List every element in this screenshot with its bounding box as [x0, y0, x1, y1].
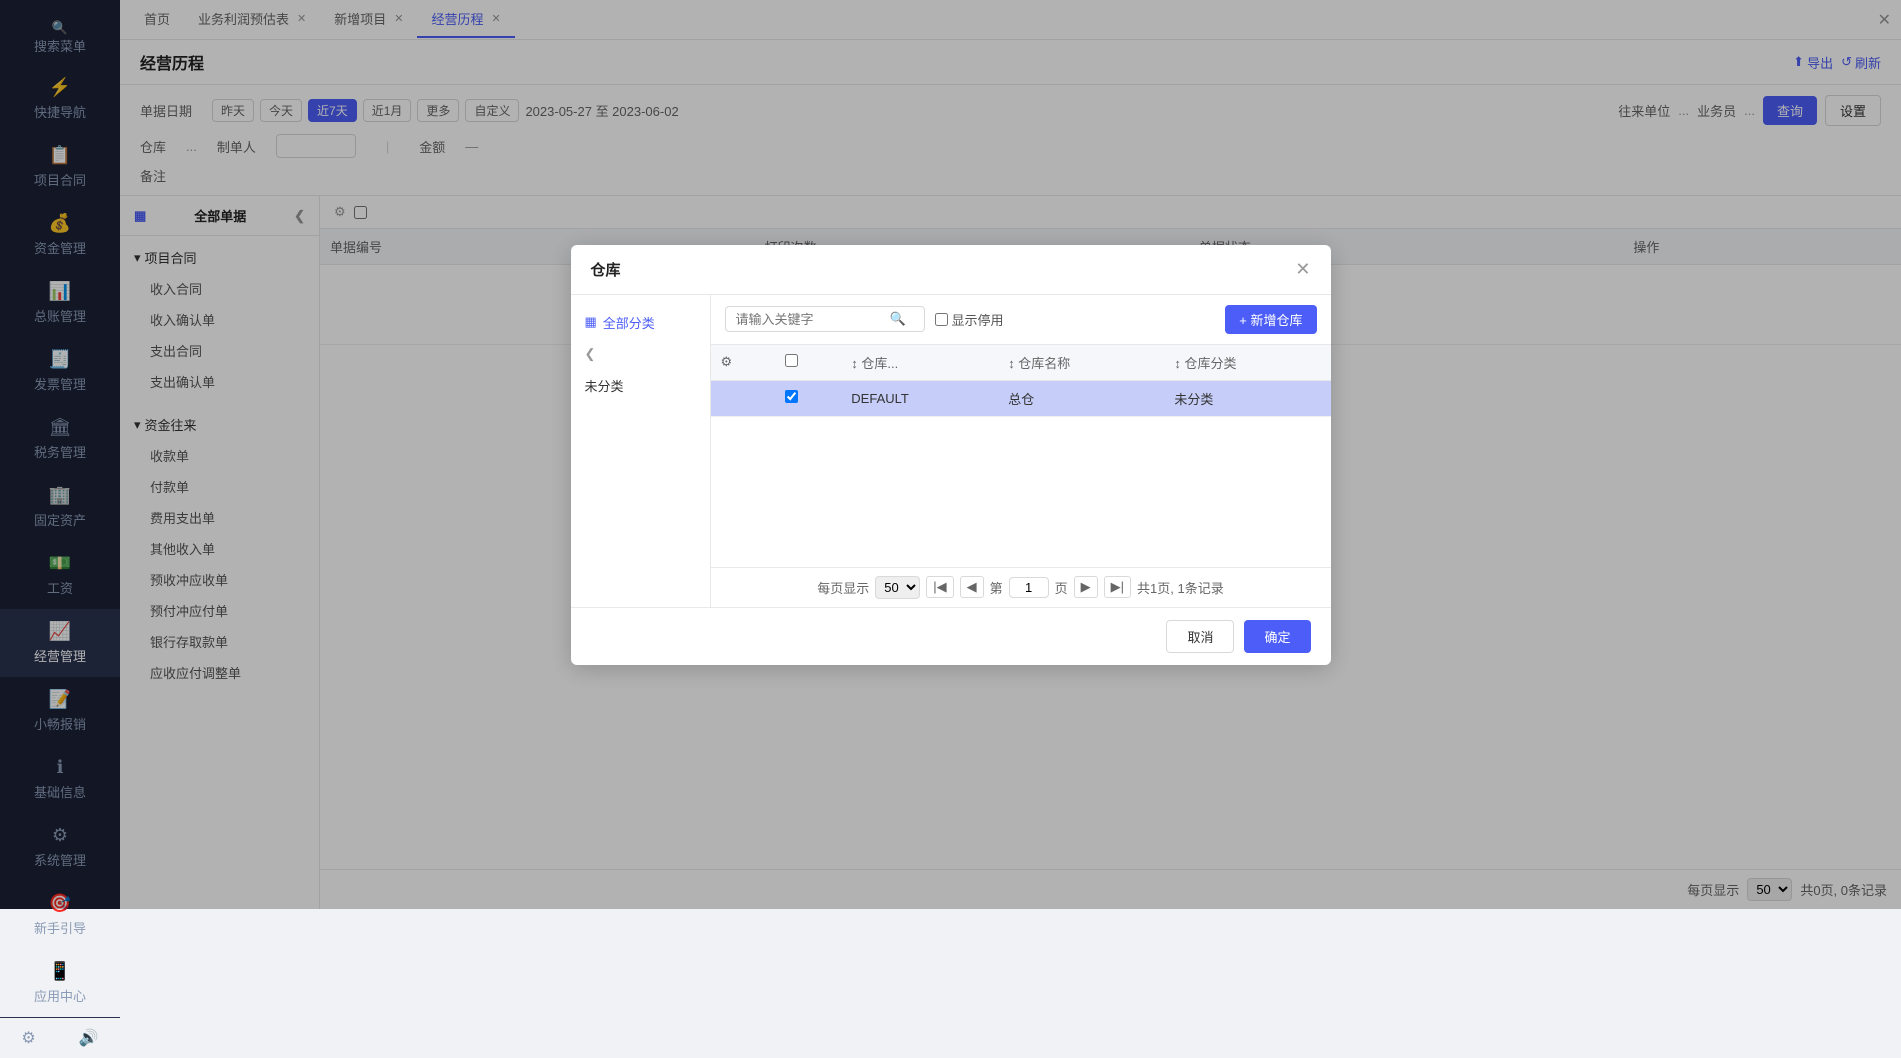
sidebar-bottom: ⚙ 🔊 — [0, 1017, 120, 1058]
modal-page-size-select[interactable]: 50 — [875, 576, 920, 599]
modal-total-label: 共1页, 1条记录 — [1137, 578, 1224, 597]
next-page-btn[interactable]: ▶ — [1074, 576, 1098, 598]
row-checkbox[interactable] — [785, 390, 798, 403]
modal-close-button[interactable]: ✕ — [1295, 259, 1310, 280]
modal-header: 仓库 ✕ — [571, 245, 1331, 295]
show-disabled-checkbox[interactable] — [935, 313, 948, 326]
modal-page-size-label: 每页显示 — [817, 578, 869, 597]
modal-pagination: 每页显示 50 |◀ ◀ 第 页 ▶ ▶| 共1页, 1条记录 — [711, 567, 1331, 607]
prev-page-btn[interactable]: ◀ — [960, 576, 984, 598]
modal-table: ⚙ ↕ 仓库... ↕ 仓库名称 ↕ 仓库分类 DEFAU — [711, 345, 1331, 567]
search-icon-2: 🔍 — [890, 311, 906, 327]
row-check[interactable] — [775, 380, 842, 416]
warehouse-modal: 仓库 ✕ ▦ 全部分类 ❮ 未分类 🔍 — [571, 245, 1331, 665]
row-category: 未分类 — [1164, 380, 1330, 416]
show-disabled-label: 显示停用 — [952, 310, 1004, 329]
modal-title: 仓库 — [591, 259, 621, 280]
warehouse-table-header: ⚙ ↕ 仓库... ↕ 仓库名称 ↕ 仓库分类 — [711, 345, 1331, 381]
modal-footer: 取消 确定 — [571, 607, 1331, 665]
app-icon: 📱 — [49, 961, 71, 982]
col-warehouse-name: ↕ 仓库名称 — [998, 345, 1164, 381]
modal-right-panel: 🔍 显示停用 + 新增仓库 ⚙ ↕ 仓库... — [711, 295, 1331, 607]
modal-left-all-category[interactable]: ▦ 全部分类 — [571, 305, 710, 340]
modal-left-toggle[interactable]: ❮ — [571, 340, 710, 368]
uncategorized-label: 未分类 — [585, 376, 624, 395]
modal-search-box: 🔍 — [725, 306, 925, 332]
col-check — [775, 345, 842, 381]
show-disabled-checkbox-label[interactable]: 显示停用 — [935, 310, 1004, 329]
page-label: 第 — [990, 578, 1003, 597]
modal-left-uncategorized[interactable]: 未分类 — [571, 368, 710, 403]
modal-body: ▦ 全部分类 ❮ 未分类 🔍 显示停用 — [571, 295, 1331, 607]
row-name: 总仓 — [998, 380, 1164, 416]
last-page-btn[interactable]: ▶| — [1104, 576, 1131, 598]
row-settings — [711, 380, 775, 416]
settings-bottom-icon[interactable]: ⚙ — [21, 1028, 35, 1048]
volume-icon[interactable]: 🔊 — [79, 1028, 99, 1048]
page-number-input[interactable] — [1009, 577, 1049, 598]
sidebar-item-app[interactable]: 📱 应用中心 — [0, 949, 120, 1017]
modal-overlay: 仓库 ✕ ▦ 全部分类 ❮ 未分类 🔍 — [0, 0, 1901, 909]
col-settings: ⚙ — [711, 345, 775, 381]
add-warehouse-button[interactable]: + 新增仓库 — [1225, 305, 1316, 334]
cancel-button[interactable]: 取消 — [1166, 620, 1234, 653]
modal-left-panel: ▦ 全部分类 ❮ 未分类 — [571, 295, 711, 607]
sidebar-item-label: 新手引导 — [34, 918, 86, 937]
col-warehouse-code: ↕ 仓库... — [841, 345, 998, 381]
warehouse-table: ⚙ ↕ 仓库... ↕ 仓库名称 ↕ 仓库分类 DEFAU — [711, 345, 1331, 417]
confirm-button[interactable]: 确定 — [1244, 620, 1310, 653]
all-category-label: 全部分类 — [603, 313, 655, 332]
sidebar-item-label: 应用中心 — [34, 986, 86, 1005]
table-row[interactable]: DEFAULT 总仓 未分类 — [711, 380, 1331, 416]
modal-search-input[interactable] — [736, 312, 886, 327]
page-unit-label: 页 — [1055, 578, 1068, 597]
row-id: DEFAULT — [841, 380, 998, 416]
table-select-all[interactable] — [785, 354, 798, 367]
grid-icon-2: ▦ — [585, 314, 597, 330]
modal-toolbar: 🔍 显示停用 + 新增仓库 — [711, 295, 1331, 345]
col-warehouse-category: ↕ 仓库分类 — [1164, 345, 1330, 381]
first-page-btn[interactable]: |◀ — [926, 576, 953, 598]
